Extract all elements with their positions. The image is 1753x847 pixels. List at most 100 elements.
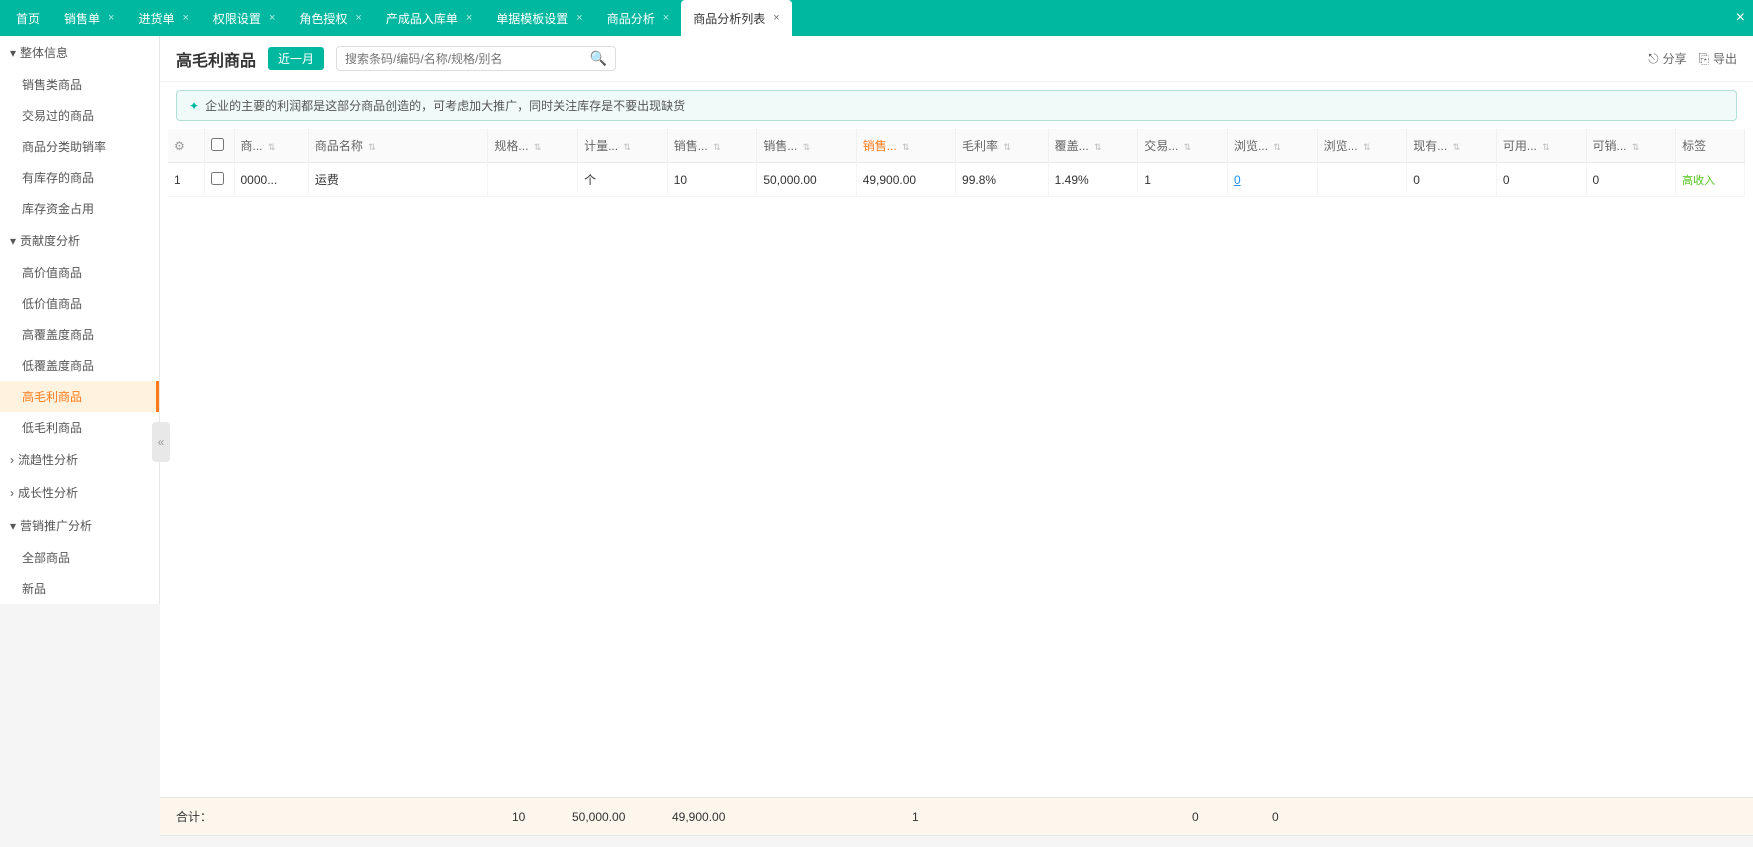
close-tab-product-storage[interactable]: × bbox=[466, 12, 472, 24]
close-tab-purchase[interactable]: × bbox=[182, 12, 188, 24]
tab-template-settings[interactable]: 单据模板设置 × bbox=[484, 0, 594, 36]
sidebar-item-high-coverage[interactable]: 高覆盖度商品 bbox=[0, 319, 159, 350]
table-row: 1 0000... 运费 个 10 50,000.00 49,900.00 99… bbox=[168, 163, 1745, 197]
header-actions: ⎋ 分享 ⎘ 导出 bbox=[1648, 50, 1737, 67]
tab-purchase-order[interactable]: 进货单 × bbox=[126, 0, 200, 36]
browse1-link[interactable]: 0 bbox=[1234, 173, 1241, 187]
cell-sales1: 10 bbox=[667, 163, 757, 197]
sidebar-item-sales-goods[interactable]: 销售类商品 bbox=[0, 69, 159, 100]
close-tab-sales[interactable]: × bbox=[108, 12, 114, 24]
sidebar-item-low-coverage[interactable]: 低覆盖度商品 bbox=[0, 350, 159, 381]
sort-icon-name[interactable]: ⇅ bbox=[368, 142, 376, 152]
sidebar-item-traded-goods[interactable]: 交易过的商品 bbox=[0, 100, 159, 131]
col-coverage: 覆盖... ⇅ bbox=[1048, 129, 1138, 163]
tab-product-storage[interactable]: 产成品入库单 × bbox=[374, 0, 484, 36]
sort-icon-gross[interactable]: ⇅ bbox=[1003, 142, 1011, 152]
close-tab-analysis[interactable]: × bbox=[663, 12, 669, 24]
search-box: 🔍 bbox=[336, 46, 616, 71]
footer-cell-empty3 bbox=[986, 810, 1186, 824]
cell-stock1: 0 bbox=[1407, 163, 1497, 197]
sort-icon-code[interactable]: ⇅ bbox=[268, 142, 276, 152]
sort-icon-browse2[interactable]: ⇅ bbox=[1363, 142, 1371, 152]
footer-cell-empty1 bbox=[256, 810, 506, 824]
search-icon[interactable]: 🔍 bbox=[590, 50, 607, 67]
tab-permission-settings[interactable]: 权限设置 × bbox=[201, 0, 287, 36]
close-tab-role[interactable]: × bbox=[355, 12, 361, 24]
sidebar-item-low-margin[interactable]: 低毛利商品 bbox=[0, 412, 159, 443]
sort-icon-stock2[interactable]: ⇅ bbox=[1542, 142, 1550, 152]
sort-icon-unit[interactable]: ⇅ bbox=[623, 142, 631, 152]
col-stock3: 可销... ⇅ bbox=[1586, 129, 1676, 163]
sort-icon-sales2[interactable]: ⇅ bbox=[803, 142, 811, 152]
sort-icon-spec[interactable]: ⇅ bbox=[534, 142, 542, 152]
select-all-checkbox[interactable] bbox=[211, 138, 224, 151]
close-tab-permission[interactable]: × bbox=[269, 12, 275, 24]
content-area: 高毛利商品 近一月 🔍 ⎋ 分享 ⎘ 导出 ✦ 企业的主要的利润都是这部分商品创… bbox=[160, 36, 1753, 847]
chevron-right-icon: › bbox=[10, 453, 14, 467]
share-button[interactable]: ⎋ 分享 bbox=[1648, 50, 1686, 67]
sidebar-group-marketing[interactable]: ▾ 营销推广分析 bbox=[0, 509, 159, 542]
bottom-scrollbar[interactable] bbox=[160, 835, 1753, 847]
sidebar-group-contribution[interactable]: ▾ 贡献度分析 bbox=[0, 224, 159, 257]
sort-icon-transaction[interactable]: ⇅ bbox=[1184, 142, 1192, 152]
sidebar-group-overall[interactable]: ▾ 整体信息 bbox=[0, 36, 159, 69]
sidebar-item-new-products[interactable]: 新品 bbox=[0, 573, 159, 604]
sidebar-item-high-margin[interactable]: 高毛利商品 bbox=[0, 381, 159, 412]
sort-icon-coverage[interactable]: ⇅ bbox=[1094, 142, 1102, 152]
footer-label: 合计： bbox=[176, 808, 256, 825]
row-checkbox[interactable] bbox=[211, 172, 224, 185]
export-icon: ⎘ bbox=[1699, 51, 1709, 67]
sidebar-item-category-rate[interactable]: 商品分类助销率 bbox=[0, 131, 159, 162]
settings-icon[interactable]: ⚙ bbox=[174, 139, 185, 153]
sidebar-item-stock-capital[interactable]: 库存资金占用 bbox=[0, 193, 159, 224]
close-tab-template[interactable]: × bbox=[576, 12, 582, 24]
sidebar-collapse-button[interactable]: « bbox=[152, 422, 170, 462]
sort-icon-browse1[interactable]: ⇅ bbox=[1273, 142, 1281, 152]
col-stock1: 现有... ⇅ bbox=[1407, 129, 1497, 163]
tag-badge: 高收入 bbox=[1682, 175, 1715, 187]
tab-home[interactable]: 首页 bbox=[4, 0, 52, 36]
tab-role-auth[interactable]: 角色授权 × bbox=[287, 0, 373, 36]
footer-cell-stock2: 0 bbox=[1266, 810, 1346, 824]
cell-unit: 个 bbox=[578, 163, 668, 197]
share-icon: ⎋ bbox=[1648, 51, 1658, 67]
cell-stock2: 0 bbox=[1496, 163, 1586, 197]
tab-product-analysis[interactable]: 商品分析 × bbox=[595, 0, 681, 36]
search-input[interactable] bbox=[345, 52, 584, 66]
col-code: 商... ⇅ bbox=[234, 129, 308, 163]
sort-icon-sales3[interactable]: ⇅ bbox=[902, 142, 910, 152]
cell-sales2: 50,000.00 bbox=[757, 163, 856, 197]
sidebar-item-in-stock[interactable]: 有库存的商品 bbox=[0, 162, 159, 193]
col-unit: 计量... ⇅ bbox=[578, 129, 668, 163]
col-tag: 标签 bbox=[1676, 129, 1745, 163]
col-sales1: 销售... ⇅ bbox=[667, 129, 757, 163]
col-gross-rate: 毛利率 ⇅ bbox=[956, 129, 1049, 163]
sort-icon-sales1[interactable]: ⇅ bbox=[713, 142, 721, 152]
sidebar-group-trend[interactable]: › 流趋性分析 bbox=[0, 443, 159, 476]
close-tab-analysis-list[interactable]: × bbox=[773, 12, 779, 24]
col-name: 商品名称 ⇅ bbox=[308, 129, 488, 163]
footer-cell-stock1: 0 bbox=[1186, 810, 1266, 824]
footer-totals: 合计： 10 50,000.00 49,900.00 1 0 0 bbox=[160, 797, 1753, 835]
main-layout: ▾ 整体信息 销售类商品 交易过的商品 商品分类助销率 有库存的商品 库存资金占… bbox=[0, 36, 1753, 847]
sidebar-item-all-products[interactable]: 全部商品 bbox=[0, 542, 159, 573]
footer-cell-sales2: 50,000.00 bbox=[566, 810, 666, 824]
product-table: ⚙ 商... ⇅ 商品名称 ⇅ bbox=[168, 129, 1745, 197]
chevron-down-icon-2: ▾ bbox=[10, 234, 16, 248]
sidebar-group-growth[interactable]: › 成长性分析 bbox=[0, 476, 159, 509]
cell-coverage: 1.49% bbox=[1048, 163, 1138, 197]
cell-tag: 高收入 bbox=[1676, 163, 1745, 197]
sidebar-item-low-value[interactable]: 低价值商品 bbox=[0, 288, 159, 319]
cell-browse1: 0 bbox=[1227, 163, 1317, 197]
period-filter-button[interactable]: 近一月 bbox=[268, 47, 324, 70]
chevron-left-icon: « bbox=[158, 435, 165, 449]
tab-sales-order[interactable]: 销售单 × bbox=[52, 0, 126, 36]
sort-icon-stock3[interactable]: ⇅ bbox=[1632, 142, 1640, 152]
export-button[interactable]: ⎘ 导出 bbox=[1699, 50, 1737, 67]
tab-product-analysis-list[interactable]: 商品分析列表 × bbox=[681, 0, 791, 36]
close-all-tabs[interactable]: × bbox=[1736, 10, 1745, 26]
sidebar: ▾ 整体信息 销售类商品 交易过的商品 商品分类助销率 有库存的商品 库存资金占… bbox=[0, 36, 160, 604]
sidebar-item-high-value[interactable]: 高价值商品 bbox=[0, 257, 159, 288]
cell-gross-rate: 99.8% bbox=[956, 163, 1049, 197]
sort-icon-stock1[interactable]: ⇅ bbox=[1453, 142, 1461, 152]
